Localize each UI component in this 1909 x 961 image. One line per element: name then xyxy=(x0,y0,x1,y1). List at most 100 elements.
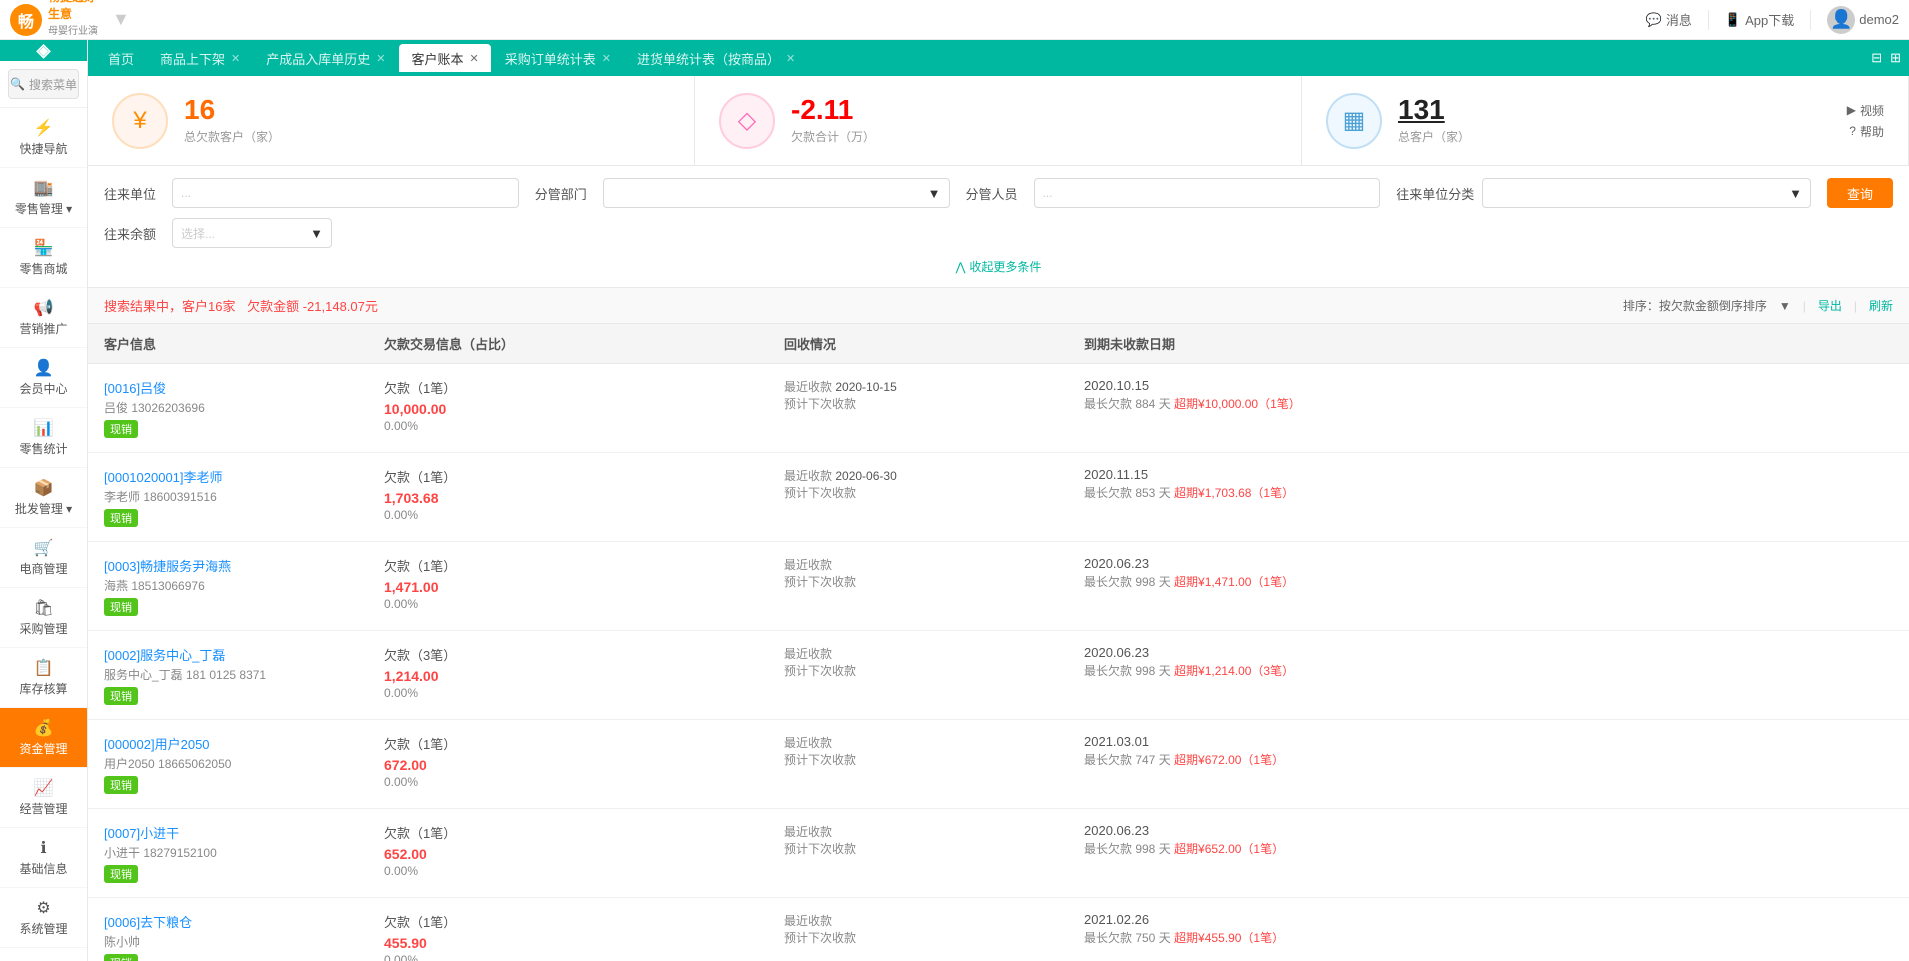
debt-info-0: 欠款（1笔） 10,000.00 0.00% xyxy=(384,378,784,433)
marketing-label: 营销推广 xyxy=(19,322,67,336)
sidebar-item-wholesale-mgmt[interactable]: 📦 批发管理 ▾ xyxy=(0,468,87,528)
sidebar-logo-text: ◈ xyxy=(37,40,51,61)
results-debt-text: 欠款金额 -21,148.07元 xyxy=(247,299,378,314)
filter-select-category[interactable]: ▼ xyxy=(1482,178,1811,208)
export-button[interactable]: 导出 xyxy=(1818,297,1842,314)
debt-percent-2: 0.00% xyxy=(384,597,784,611)
tab-production-history[interactable]: 产成品入库单历史 ✕ xyxy=(254,44,397,72)
sidebar-item-quick-nav[interactable]: ⚡ 快捷导航 xyxy=(0,108,87,168)
tab-purchase-stats-close[interactable]: ✕ xyxy=(602,52,611,65)
tab-home-label: 首页 xyxy=(108,49,134,68)
customer-name-5[interactable]: [0007]小进干 xyxy=(104,823,384,842)
search-button[interactable]: 查询 xyxy=(1827,178,1893,208)
overdue-link-3[interactable]: 超期¥1,214.00（3笔） xyxy=(1174,664,1294,678)
overdue-link-0[interactable]: 超期¥10,000.00（1笔） xyxy=(1174,397,1301,411)
filter-item-dept: 分管部门 ▼ xyxy=(535,178,950,208)
tab-customer-account-close[interactable]: ✕ xyxy=(470,52,479,65)
customer-name-0[interactable]: [0016]吕俊 xyxy=(104,378,384,397)
due-date-info-6: 2021.02.26 最长欠款 750 天 超期¥455.90（1笔） xyxy=(1084,912,1893,946)
results-info: 搜索结果中，客户16家 欠款金额 -21,148.07元 xyxy=(104,296,378,315)
tab-purchase-product-stats-close[interactable]: ✕ xyxy=(786,52,795,65)
customer-info-3: [0002]服务中心_丁磊 服务中心_丁磊 181 0125 8371 现销 xyxy=(104,645,384,705)
filter-input-partner-placeholder: ... xyxy=(181,186,191,200)
retail-mgmt-icon: 🏬 xyxy=(4,178,83,198)
debt-count-4: 欠款（1笔） xyxy=(384,734,784,753)
ecommerce-icon: 🛒 xyxy=(4,538,83,558)
tab-purchase-stats[interactable]: 采购订单统计表 ✕ xyxy=(493,44,623,72)
customer-name-1[interactable]: [0001020001]李老师 xyxy=(104,467,384,486)
customer-sub-6: 陈小帅 xyxy=(104,933,384,950)
customer-name-3[interactable]: [0002]服务中心_丁磊 xyxy=(104,645,384,664)
tab-product-listing[interactable]: 商品上下架 ✕ xyxy=(148,44,252,72)
tab-purchase-product-stats[interactable]: 进货单统计表（按商品） ✕ xyxy=(625,44,807,72)
debt-info-2: 欠款（1笔） 1,471.00 0.00% xyxy=(384,556,784,611)
overdue-days-0: 最长欠款 884 天 xyxy=(1084,397,1171,411)
tab-fullscreen-icon[interactable]: ⊞ xyxy=(1890,50,1901,66)
overdue-link-5[interactable]: 超期¥652.00（1笔） xyxy=(1174,842,1284,856)
sidebar-item-member[interactable]: 👤 会员中心 xyxy=(0,348,87,408)
sidebar-item-retail-shop[interactable]: 🏪 零售商城 xyxy=(0,228,87,288)
tab-purchase-product-stats-label: 进货单统计表（按商品） xyxy=(637,49,780,68)
sidebar-item-operations[interactable]: 📈 经营管理 xyxy=(0,768,87,828)
sidebar-item-collab[interactable]: 🤝 企业协同 xyxy=(0,948,87,961)
sidebar-item-basic-info[interactable]: ℹ 基础信息 xyxy=(0,828,87,888)
message-button[interactable]: 💬 消息 xyxy=(1646,10,1692,29)
sidebar-item-retail-mgmt[interactable]: 🏬 零售管理 ▾ xyxy=(0,168,87,228)
app-download-button[interactable]: 📱 App下载 xyxy=(1725,10,1794,29)
search-menu-button[interactable]: 🔍 搜索菜单 xyxy=(8,69,79,99)
stat-label-total-customers: 总客户（家） xyxy=(1398,128,1470,145)
overdue-info-2: 最长欠款 998 天 超期¥1,471.00（1笔） xyxy=(1084,573,1893,590)
tab-product-listing-label: 商品上下架 xyxy=(160,49,225,68)
debt-amount-6[interactable]: 455.90 xyxy=(384,935,784,951)
customer-tag-4: 现销 xyxy=(104,776,138,794)
sidebar-item-finance[interactable]: 💰 资金管理 xyxy=(0,708,87,768)
filter-label-category: 往来单位分类 xyxy=(1396,184,1474,203)
debt-amount-5[interactable]: 652.00 xyxy=(384,846,784,862)
overdue-link-1[interactable]: 超期¥1,703.68（1笔） xyxy=(1174,486,1294,500)
overdue-link-2[interactable]: 超期¥1,471.00（1笔） xyxy=(1174,575,1294,589)
overdue-link-4[interactable]: 超期¥672.00（1笔） xyxy=(1174,753,1284,767)
sidebar-item-purchase[interactable]: 🛍 采购管理 xyxy=(0,588,87,648)
filter-input-person-placeholder: ... xyxy=(1043,186,1053,200)
refresh-button[interactable]: 刷新 xyxy=(1869,297,1893,314)
sidebar-item-retail-stats[interactable]: 📊 零售统计 xyxy=(0,408,87,468)
collapse-filter-bar[interactable]: ⋀ 收起更多条件 xyxy=(104,258,1893,275)
sidebar-item-inventory[interactable]: 📋 库存核算 xyxy=(0,648,87,708)
user-menu[interactable]: 👤 demo2 xyxy=(1827,6,1899,34)
filter-select-balance[interactable]: 选择... ▼ xyxy=(172,218,332,248)
debt-amount-3[interactable]: 1,214.00 xyxy=(384,668,784,684)
tab-product-listing-close[interactable]: ✕ xyxy=(231,52,240,65)
due-date-0: 2020.10.15 xyxy=(1084,378,1893,393)
sidebar-item-system[interactable]: ⚙ 系统管理 xyxy=(0,888,87,948)
debt-amount-4[interactable]: 672.00 xyxy=(384,757,784,773)
tab-production-history-close[interactable]: ✕ xyxy=(376,52,385,65)
customer-name-4[interactable]: [000002]用户2050 xyxy=(104,734,384,753)
customer-sub-4: 用户2050 18665062050 xyxy=(104,755,384,772)
customer-tag-1: 现销 xyxy=(104,509,138,527)
debt-percent-0: 0.00% xyxy=(384,419,784,433)
dropdown-icon[interactable]: ▼ xyxy=(112,9,130,30)
customer-name-2[interactable]: [0003]畅捷服务尹海燕 xyxy=(104,556,384,575)
filter-input-partner[interactable]: ... xyxy=(172,178,519,208)
customer-info-5: [0007]小进干 小进干 18279152100 现销 xyxy=(104,823,384,883)
debt-percent-3: 0.00% xyxy=(384,686,784,700)
sidebar-item-marketing[interactable]: 📢 营销推广 xyxy=(0,288,87,348)
help-btn[interactable]: ? 帮助 xyxy=(1849,123,1884,140)
customer-name-6[interactable]: [0006]去下粮仓 xyxy=(104,912,384,931)
tab-home[interactable]: 首页 xyxy=(96,44,146,72)
next-recovery-2: 预计下次收款 xyxy=(784,573,1084,590)
debt-amount-2[interactable]: 1,471.00 xyxy=(384,579,784,595)
debt-amount-1[interactable]: 1,703.68 xyxy=(384,490,784,506)
filter-select-dept[interactable]: ▼ xyxy=(603,178,950,208)
recent-payment-label-1: 最近收款 xyxy=(784,469,832,483)
recent-payment-label-3: 最近收款 xyxy=(784,647,832,661)
recent-payment-label-0: 最近收款 xyxy=(784,380,832,394)
tab-minimize-icon[interactable]: ⊟ xyxy=(1871,50,1882,66)
recent-payment-label-6: 最近收款 xyxy=(784,914,832,928)
sidebar-item-ecommerce[interactable]: 🛒 电商管理 xyxy=(0,528,87,588)
debt-amount-0[interactable]: 10,000.00 xyxy=(384,401,784,417)
video-btn[interactable]: ▶ 视频 xyxy=(1847,102,1884,119)
filter-input-person[interactable]: ... xyxy=(1034,178,1381,208)
overdue-link-6[interactable]: 超期¥455.90（1笔） xyxy=(1174,931,1284,945)
tab-customer-account[interactable]: 客户账本 ✕ xyxy=(399,44,490,72)
